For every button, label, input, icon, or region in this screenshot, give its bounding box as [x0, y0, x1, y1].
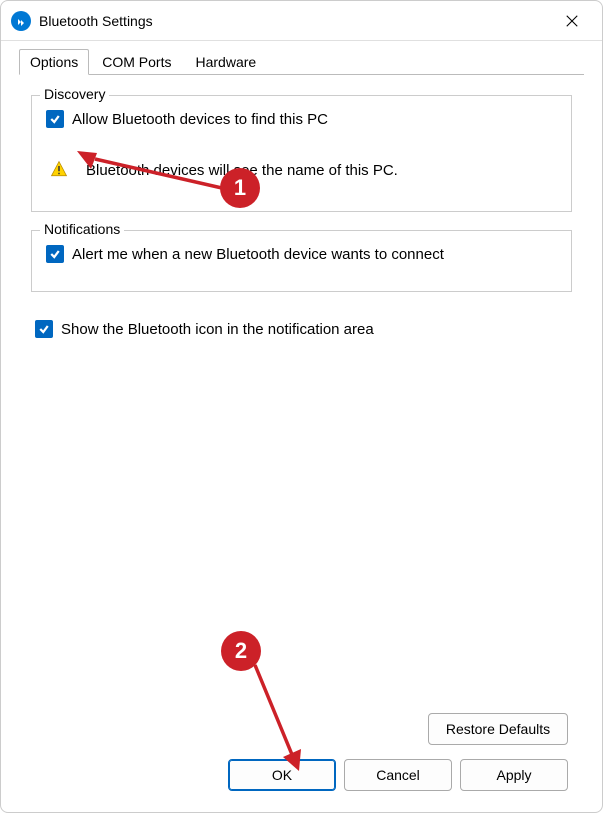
annotation-step-1: 1	[220, 168, 260, 208]
check-icon	[49, 113, 61, 125]
annotation-arrow-1	[77, 151, 239, 199]
checkbox-row-tray-icon[interactable]: Show the Bluetooth icon in the notificat…	[35, 320, 572, 338]
tab-com-ports[interactable]: COM Ports	[91, 49, 182, 75]
checkbox-tray-icon[interactable]	[35, 320, 53, 338]
group-discovery-legend: Discovery	[40, 86, 109, 102]
annotation-arrow-2	[249, 661, 309, 771]
label-tray-icon: Show the Bluetooth icon in the notificat…	[61, 321, 374, 338]
warning-icon	[50, 160, 68, 181]
annotation-step-2: 2	[221, 631, 261, 671]
check-icon	[38, 323, 50, 335]
tab-options[interactable]: Options	[19, 49, 89, 75]
bluetooth-icon	[11, 11, 31, 31]
tabs: Options COM Ports Hardware	[1, 41, 602, 75]
window: Bluetooth Settings Options COM Ports Har…	[0, 0, 603, 813]
restore-defaults-button[interactable]: Restore Defaults	[428, 713, 568, 745]
apply-button[interactable]: Apply	[460, 759, 568, 791]
cancel-button[interactable]: Cancel	[344, 759, 452, 791]
titlebar: Bluetooth Settings	[1, 1, 602, 41]
close-icon	[565, 14, 579, 28]
close-button[interactable]	[552, 5, 592, 37]
checkbox-allow-discovery[interactable]	[46, 110, 64, 128]
label-alert-connect: Alert me when a new Bluetooth device wan…	[72, 246, 444, 263]
tab-hardware[interactable]: Hardware	[184, 49, 267, 75]
label-allow-discovery: Allow Bluetooth devices to find this PC	[72, 111, 328, 128]
checkbox-alert-connect[interactable]	[46, 245, 64, 263]
checkbox-row-alert-connect[interactable]: Alert me when a new Bluetooth device wan…	[46, 245, 557, 263]
group-notifications-legend: Notifications	[40, 221, 124, 237]
group-notifications: Notifications Alert me when a new Blueto…	[31, 230, 572, 292]
check-icon	[49, 248, 61, 260]
checkbox-row-allow-discovery[interactable]: Allow Bluetooth devices to find this PC	[46, 110, 557, 128]
window-title: Bluetooth Settings	[39, 13, 552, 29]
